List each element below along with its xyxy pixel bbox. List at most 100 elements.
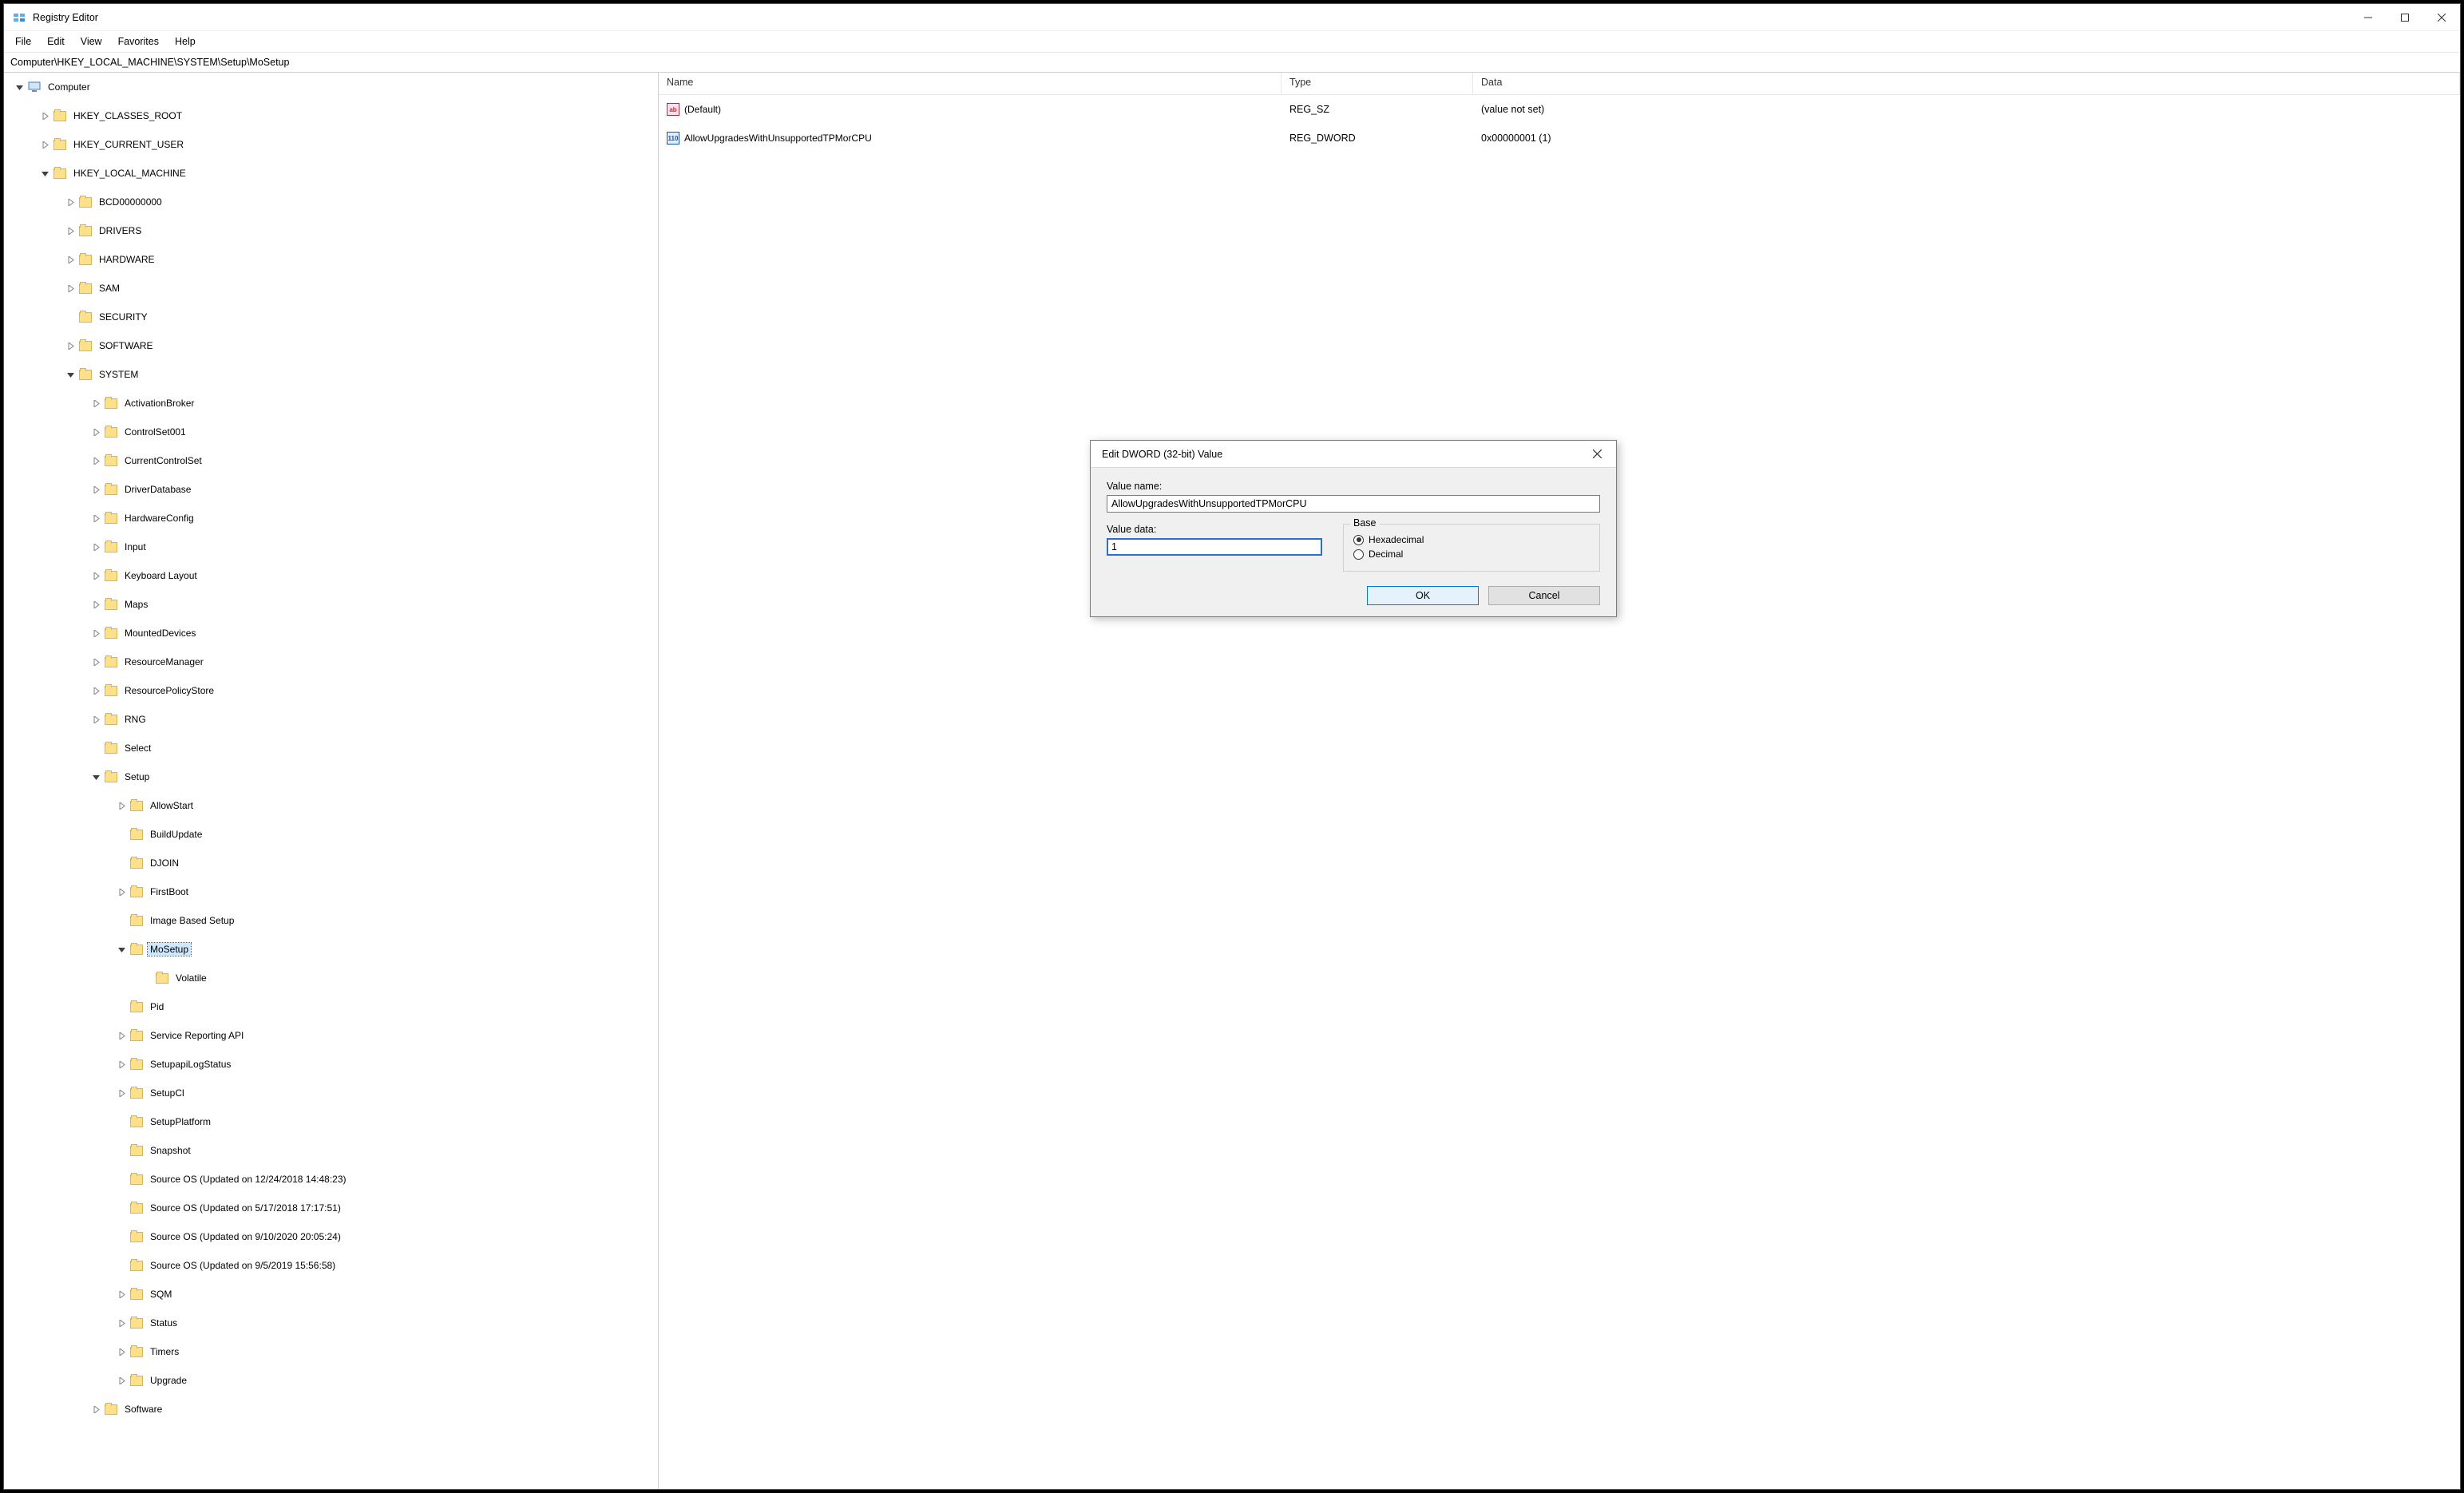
tree-node[interactable]: HARDWARE [4,245,658,274]
address-input[interactable] [10,57,2454,68]
chevron-down-icon[interactable] [14,81,25,93]
tree-node[interactable]: HKEY_CLASSES_ROOT [4,101,658,130]
chevron-right-icon[interactable] [90,570,101,581]
menu-view[interactable]: View [73,33,110,50]
minimize-button[interactable] [2350,4,2387,31]
chevron-right-icon[interactable] [116,1289,127,1300]
tree-node[interactable]: Software [4,1395,658,1424]
menu-favorites[interactable]: Favorites [110,33,167,50]
chevron-right-icon[interactable] [65,225,76,236]
tree-node[interactable]: DriverDatabase [4,475,658,504]
radio-decimal[interactable]: Decimal [1353,548,1590,560]
chevron-right-icon[interactable] [116,1059,127,1070]
tree-node[interactable]: Computer [4,73,658,101]
tree-node[interactable]: Upgrade [4,1366,658,1395]
chevron-right-icon[interactable] [65,254,76,265]
tree-node[interactable]: SetupCl [4,1079,658,1107]
tree-node[interactable]: Image Based Setup [4,906,658,935]
tree-node[interactable]: Setup [4,762,658,791]
menu-edit[interactable]: Edit [39,33,73,50]
chevron-right-icon[interactable] [116,1087,127,1099]
value-data-input[interactable] [1107,538,1322,556]
tree-node[interactable]: ResourceManager [4,647,658,676]
chevron-down-icon[interactable] [39,168,50,179]
chevron-right-icon[interactable] [39,110,50,121]
tree-node[interactable]: Input [4,533,658,561]
chevron-down-icon[interactable] [90,771,101,782]
tree-node[interactable]: SQM [4,1280,658,1309]
chevron-right-icon[interactable] [90,398,101,409]
chevron-right-icon[interactable] [116,1030,127,1041]
tree-node[interactable]: Snapshot [4,1136,658,1165]
tree-node[interactable]: MoSetup [4,935,658,964]
tree-node[interactable]: Source OS (Updated on 5/17/2018 17:17:51… [4,1194,658,1222]
tree-node[interactable]: Source OS (Updated on 9/10/2020 20:05:24… [4,1222,658,1251]
tree-node[interactable]: SetupapiLogStatus [4,1050,658,1079]
tree-node[interactable]: Select [4,734,658,762]
tree-node[interactable]: CurrentControlSet [4,446,658,475]
maximize-button[interactable] [2387,4,2423,31]
dialog-close-button[interactable] [1581,443,1613,465]
chevron-right-icon[interactable] [90,599,101,610]
dialog-titlebar[interactable]: Edit DWORD (32-bit) Value [1091,441,1616,468]
value-row[interactable]: ab(Default)REG_SZ(value not set) [659,95,2460,124]
tree-node[interactable]: HardwareConfig [4,504,658,533]
chevron-right-icon[interactable] [90,685,101,696]
chevron-right-icon[interactable] [116,886,127,897]
chevron-right-icon[interactable] [90,513,101,524]
tree-node[interactable]: Source OS (Updated on 12/24/2018 14:48:2… [4,1165,658,1194]
close-button[interactable] [2423,4,2460,31]
tree-node[interactable]: SECURITY [4,303,658,331]
tree-node[interactable]: ResourcePolicyStore [4,676,658,705]
col-header-type[interactable]: Type [1282,73,1473,94]
chevron-right-icon[interactable] [116,1346,127,1357]
menu-help[interactable]: Help [167,33,204,50]
tree-node[interactable]: SAM [4,274,658,303]
tree-node[interactable]: SetupPlatform [4,1107,658,1136]
tree-node[interactable]: FirstBoot [4,877,658,906]
tree-node[interactable]: Source OS (Updated on 9/5/2019 15:56:58) [4,1251,658,1280]
chevron-down-icon[interactable] [65,369,76,380]
tree-node[interactable]: Maps [4,590,658,619]
col-header-name[interactable]: Name [659,73,1282,94]
tree-node[interactable]: SYSTEM [4,360,658,389]
tree-node[interactable]: DRIVERS [4,216,658,245]
chevron-right-icon[interactable] [90,484,101,495]
col-header-data[interactable]: Data [1473,73,2460,94]
chevron-right-icon[interactable] [65,283,76,294]
tree-node[interactable]: ActivationBroker [4,389,658,418]
radio-hexadecimal[interactable]: Hexadecimal [1353,534,1590,545]
chevron-right-icon[interactable] [116,1317,127,1329]
tree-node[interactable]: HKEY_LOCAL_MACHINE [4,159,658,188]
tree-node[interactable]: ControlSet001 [4,418,658,446]
tree-node[interactable]: BCD00000000 [4,188,658,216]
tree-node[interactable]: Timers [4,1337,658,1366]
chevron-right-icon[interactable] [90,1404,101,1415]
tree-node[interactable]: Status [4,1309,658,1337]
tree-node[interactable]: RNG [4,705,658,734]
chevron-down-icon[interactable] [116,944,127,955]
chevron-right-icon[interactable] [90,426,101,438]
tree-node[interactable]: BuildUpdate [4,820,658,849]
tree-node[interactable]: MountedDevices [4,619,658,647]
chevron-right-icon[interactable] [90,656,101,667]
menu-file[interactable]: File [7,33,39,50]
chevron-right-icon[interactable] [39,139,50,150]
tree-node[interactable]: AllowStart [4,791,658,820]
tree-node[interactable]: DJOIN [4,849,658,877]
tree-node[interactable]: SOFTWARE [4,331,658,360]
tree-scroll[interactable]: ComputerHKEY_CLASSES_ROOTHKEY_CURRENT_US… [4,73,658,1489]
tree-node[interactable]: HKEY_CURRENT_USER [4,130,658,159]
tree-node[interactable]: Keyboard Layout [4,561,658,590]
tree-node[interactable]: Volatile [4,964,658,992]
tree-node[interactable]: Service Reporting API [4,1021,658,1050]
tree-node[interactable]: Pid [4,992,658,1021]
cancel-button[interactable]: Cancel [1488,586,1600,605]
chevron-right-icon[interactable] [90,455,101,466]
value-row[interactable]: 110AllowUpgradesWithUnsupportedTPMorCPUR… [659,124,2460,152]
chevron-right-icon[interactable] [116,800,127,811]
chevron-right-icon[interactable] [90,541,101,552]
chevron-right-icon[interactable] [65,340,76,351]
ok-button[interactable]: OK [1367,586,1479,605]
chevron-right-icon[interactable] [90,628,101,639]
